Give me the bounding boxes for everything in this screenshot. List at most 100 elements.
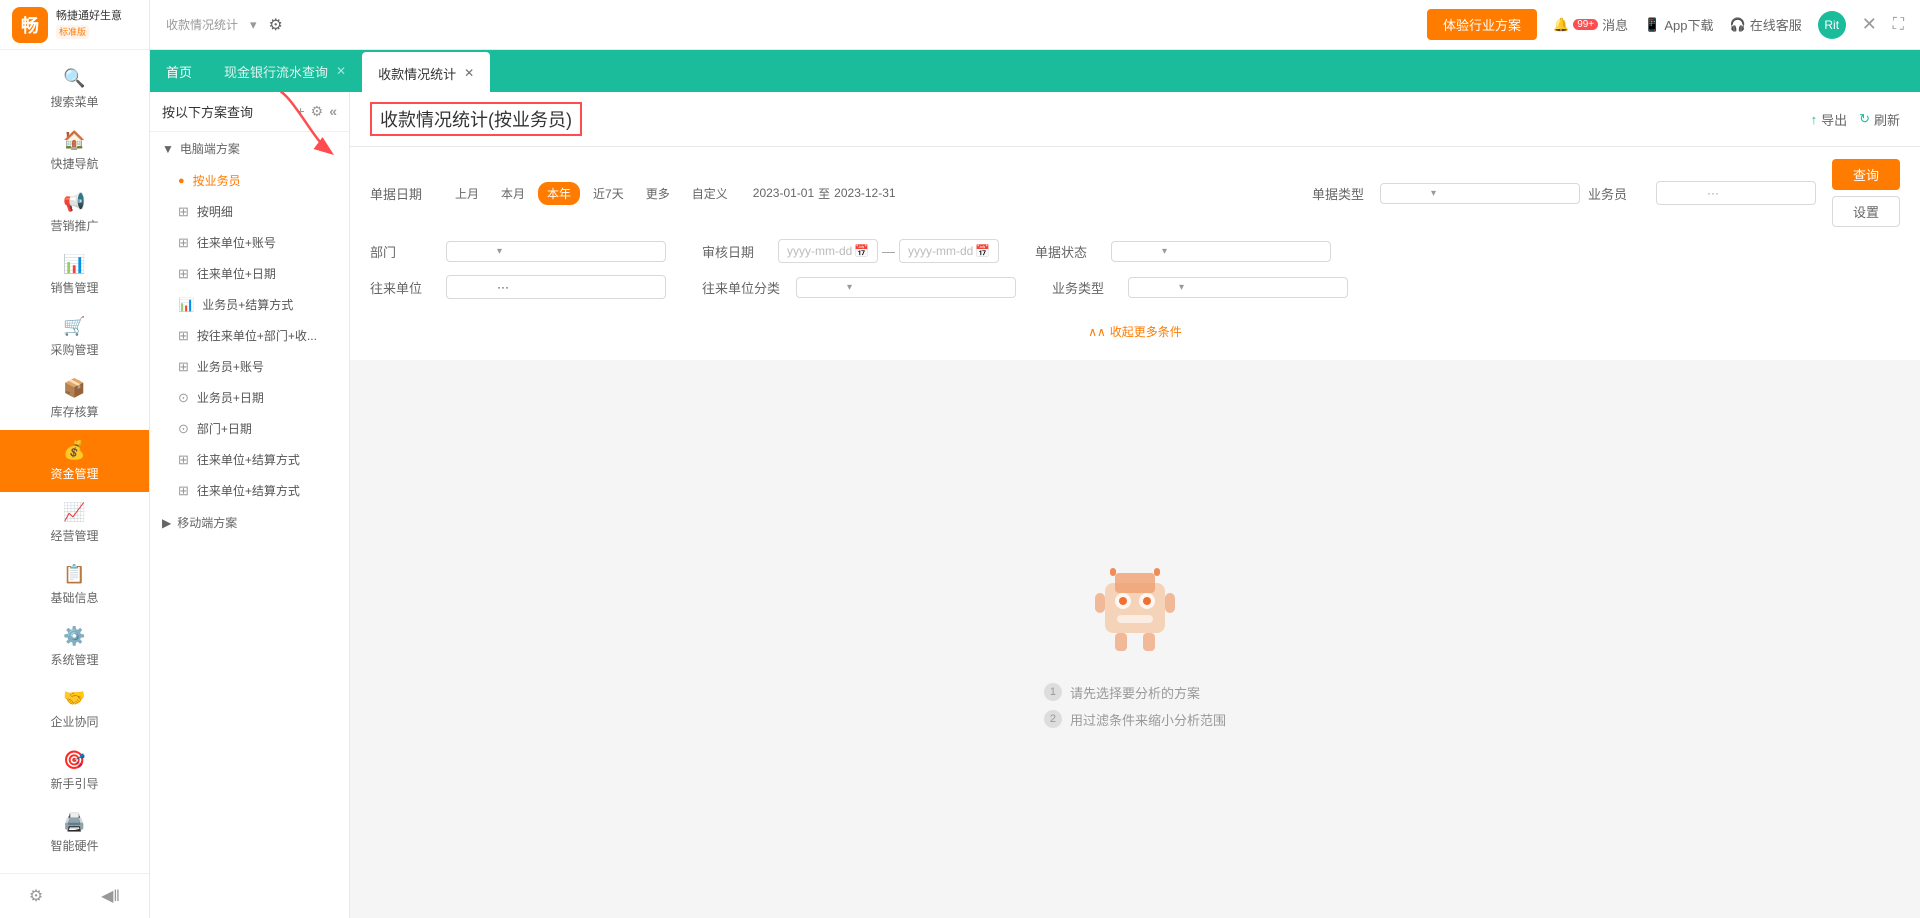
scheme-item-partner-account[interactable]: ⊞ 往来单位+账号 — [150, 227, 349, 258]
partner-type-label: 往来单位分类 — [702, 278, 780, 297]
right-main: 收款情况统计(按业务员) ↑ 导出 ↻ 刷新 — [350, 92, 1920, 918]
tip-item-2: 2 用过滤条件来缩小分析范围 — [1044, 710, 1226, 729]
collapse-up-icon: ∧∧ — [1088, 325, 1106, 339]
user-avatar[interactable]: Rit — [1818, 11, 1846, 39]
page-title: 收款情况统计(按业务员) — [370, 102, 582, 136]
notification-btn[interactable]: 🔔 99+ 消息 — [1553, 15, 1628, 34]
sidebar-item-inventory[interactable]: 📦 库存核算 — [0, 368, 149, 430]
sidebar-item-operations[interactable]: 📈 经营管理 — [0, 492, 149, 554]
empty-state: 1 请先选择要分析的方案 2 用过滤条件来缩小分析范围 — [350, 361, 1920, 918]
biz-type-select[interactable]: ▾ — [1128, 277, 1348, 298]
window-maximize-icon[interactable]: ⛶ — [1893, 16, 1904, 34]
scheme-header-actions: + ⚙ « — [296, 103, 337, 120]
audit-date-end-input[interactable]: yyyy-mm-dd 📅 — [899, 239, 999, 263]
scheme-item-detail[interactable]: ⊞ 按明细 — [150, 196, 349, 227]
trial-button[interactable]: 体验行业方案 — [1427, 9, 1537, 40]
enterprise-icon: 🤝 — [63, 688, 85, 709]
refresh-icon: ↻ — [1859, 111, 1870, 127]
sidebar-item-marketing[interactable]: 📢 营销推广 — [0, 182, 149, 244]
desktop-group-title[interactable]: ▼ 电脑端方案 — [150, 132, 349, 165]
logo-text: 畅捷通好生意 标准版 — [56, 9, 122, 40]
date-tab-this-month[interactable]: 本月 — [492, 182, 534, 205]
tab-collection-close[interactable]: ✕ — [464, 66, 474, 80]
scheme-setting-btn[interactable]: ⚙ — [311, 103, 324, 120]
partner-select[interactable]: ··· — [446, 275, 666, 299]
purchase-icon: 🛒 — [63, 316, 85, 337]
scheme-item-partner-dept[interactable]: ⊞ 按往来单位+部门+收... — [150, 320, 349, 351]
empty-illustration — [1075, 543, 1195, 663]
window-close-icon[interactable]: ✕ — [1862, 14, 1877, 35]
biz-type-label: 业务类型 — [1052, 278, 1112, 297]
sidebar-item-sales[interactable]: 📊 销售管理 — [0, 244, 149, 306]
refresh-button[interactable]: ↻ 刷新 — [1859, 110, 1900, 129]
scheme-item-icon-8: ⊙ — [178, 421, 189, 437]
sidebar-item-finance[interactable]: 💰 资金管理 — [0, 430, 149, 492]
doc-type-select[interactable]: ▾ — [1380, 183, 1580, 204]
sidebar-item-wechat[interactable]: 💬 企业微信 — [0, 864, 149, 873]
sidebar: 畅 畅捷通好生意 标准版 🔍 搜索菜单 🏠 快捷导航 📢 营销推广 📊 — [0, 0, 150, 918]
salesman-label: 业务员 — [1588, 184, 1648, 203]
search-icon: 🔍 — [63, 68, 85, 89]
partner-label: 往来单位 — [370, 278, 430, 297]
scheme-item-salesman-date[interactable]: ⊙ 业务员+日期 — [150, 382, 349, 413]
calendar-icon-end: 📅 — [975, 244, 990, 258]
breadcrumb-dropdown-icon[interactable]: ▾ — [250, 17, 257, 33]
notification-icon: 🔔 — [1553, 17, 1569, 33]
scheme-item-partner-settlement-1[interactable]: ⊞ 往来单位+结算方式 — [150, 444, 349, 475]
sidebar-item-quick-nav[interactable]: 🏠 快捷导航 — [0, 120, 149, 182]
collapse-conditions-btn[interactable]: ∧∧ 收起更多条件 — [1088, 315, 1182, 348]
setting-button[interactable]: 设置 — [1832, 196, 1900, 227]
sidebar-item-basic[interactable]: 📋 基础信息 — [0, 554, 149, 616]
marketing-icon: 📢 — [63, 192, 85, 213]
sidebar-item-smart[interactable]: 🖨️ 智能硬件 — [0, 802, 149, 864]
scheme-item-salesman-settlement[interactable]: 📊 业务员+结算方式 — [150, 289, 349, 320]
sidebar-item-enterprise[interactable]: 🤝 企业协同 — [0, 678, 149, 740]
dept-select[interactable]: ▾ — [446, 241, 666, 262]
online-service-btn[interactable]: 🎧 在线客服 — [1730, 15, 1802, 34]
date-tab-custom[interactable]: 自定义 — [683, 182, 737, 205]
finance-icon: 💰 — [63, 440, 85, 461]
date-tab-7days[interactable]: 近7天 — [584, 182, 633, 205]
sidebar-footer: ⚙ ◀‖ — [0, 873, 149, 918]
date-tab-more[interactable]: 更多 — [637, 182, 679, 205]
action-buttons: 查询 设置 — [1832, 159, 1900, 227]
export-button[interactable]: ↑ 导出 — [1811, 110, 1848, 129]
scheme-item-salesman[interactable]: ● 按业务员 — [150, 165, 349, 196]
query-button[interactable]: 查询 — [1832, 159, 1900, 190]
sidebar-item-guide[interactable]: 🎯 新手引导 — [0, 740, 149, 802]
audit-date-start-input[interactable]: yyyy-mm-dd 📅 — [778, 239, 878, 263]
scheme-collapse-btn[interactable]: « — [329, 103, 337, 120]
scheme-item-icon-3: ⊞ — [178, 266, 189, 282]
scheme-header: 按以下方案查询 + ⚙ « — [150, 92, 349, 132]
scheme-item-partner-settlement-2[interactable]: ⊞ 往来单位+结算方式 — [150, 475, 349, 506]
tab-home[interactable]: 首页 — [150, 50, 208, 92]
tab-bank-flow-close[interactable]: ✕ — [336, 64, 346, 78]
partner-type-select[interactable]: ▾ — [796, 277, 1016, 298]
sidebar-item-purchase[interactable]: 🛒 采购管理 — [0, 306, 149, 368]
scheme-add-btn[interactable]: + — [296, 103, 304, 120]
main-area: 收款情况统计 ▾ ⚙ 体验行业方案 🔔 99+ 消息 📱 App下载 🎧 在线客… — [150, 0, 1920, 918]
settings-footer-btn[interactable]: ⚙ — [29, 886, 43, 906]
tab-bank-flow[interactable]: 现金银行流水查询 ✕ — [208, 50, 362, 92]
scheme-item-icon-6: ⊞ — [178, 359, 189, 375]
top-header: 收款情况统计 ▾ ⚙ 体验行业方案 🔔 99+ 消息 📱 App下载 🎧 在线客… — [150, 0, 1920, 50]
scheme-item-dept-date[interactable]: ⊙ 部门+日期 — [150, 413, 349, 444]
date-tab-this-year[interactable]: 本年 — [538, 182, 580, 205]
app-download-btn[interactable]: 📱 App下载 — [1644, 15, 1713, 34]
guide-icon: 🎯 — [63, 750, 85, 771]
doc-status-select[interactable]: ▾ — [1111, 241, 1331, 262]
scheme-item-partner-date[interactable]: ⊞ 往来单位+日期 — [150, 258, 349, 289]
tab-collection[interactable]: 收款情况统计 ✕ — [362, 52, 490, 94]
salesman-select[interactable]: ··· — [1656, 181, 1816, 205]
mobile-group-arrow: ▶ — [162, 516, 171, 530]
collapse-sidebar-btn[interactable]: ◀‖ — [101, 886, 120, 906]
scheme-item-salesman-account[interactable]: ⊞ 业务员+账号 — [150, 351, 349, 382]
group-arrow-down: ▼ — [162, 142, 174, 156]
header-gear-btn[interactable]: ⚙ — [269, 15, 283, 35]
mobile-group-title[interactable]: ▶ 移动端方案 — [150, 506, 349, 539]
breadcrumb: 收款情况统计 — [166, 16, 238, 33]
date-tab-last-month[interactable]: 上月 — [446, 182, 488, 205]
sidebar-item-search[interactable]: 🔍 搜索菜单 — [0, 58, 149, 120]
sidebar-item-system[interactable]: ⚙️ 系统管理 — [0, 616, 149, 678]
service-icon: 🎧 — [1730, 17, 1746, 33]
